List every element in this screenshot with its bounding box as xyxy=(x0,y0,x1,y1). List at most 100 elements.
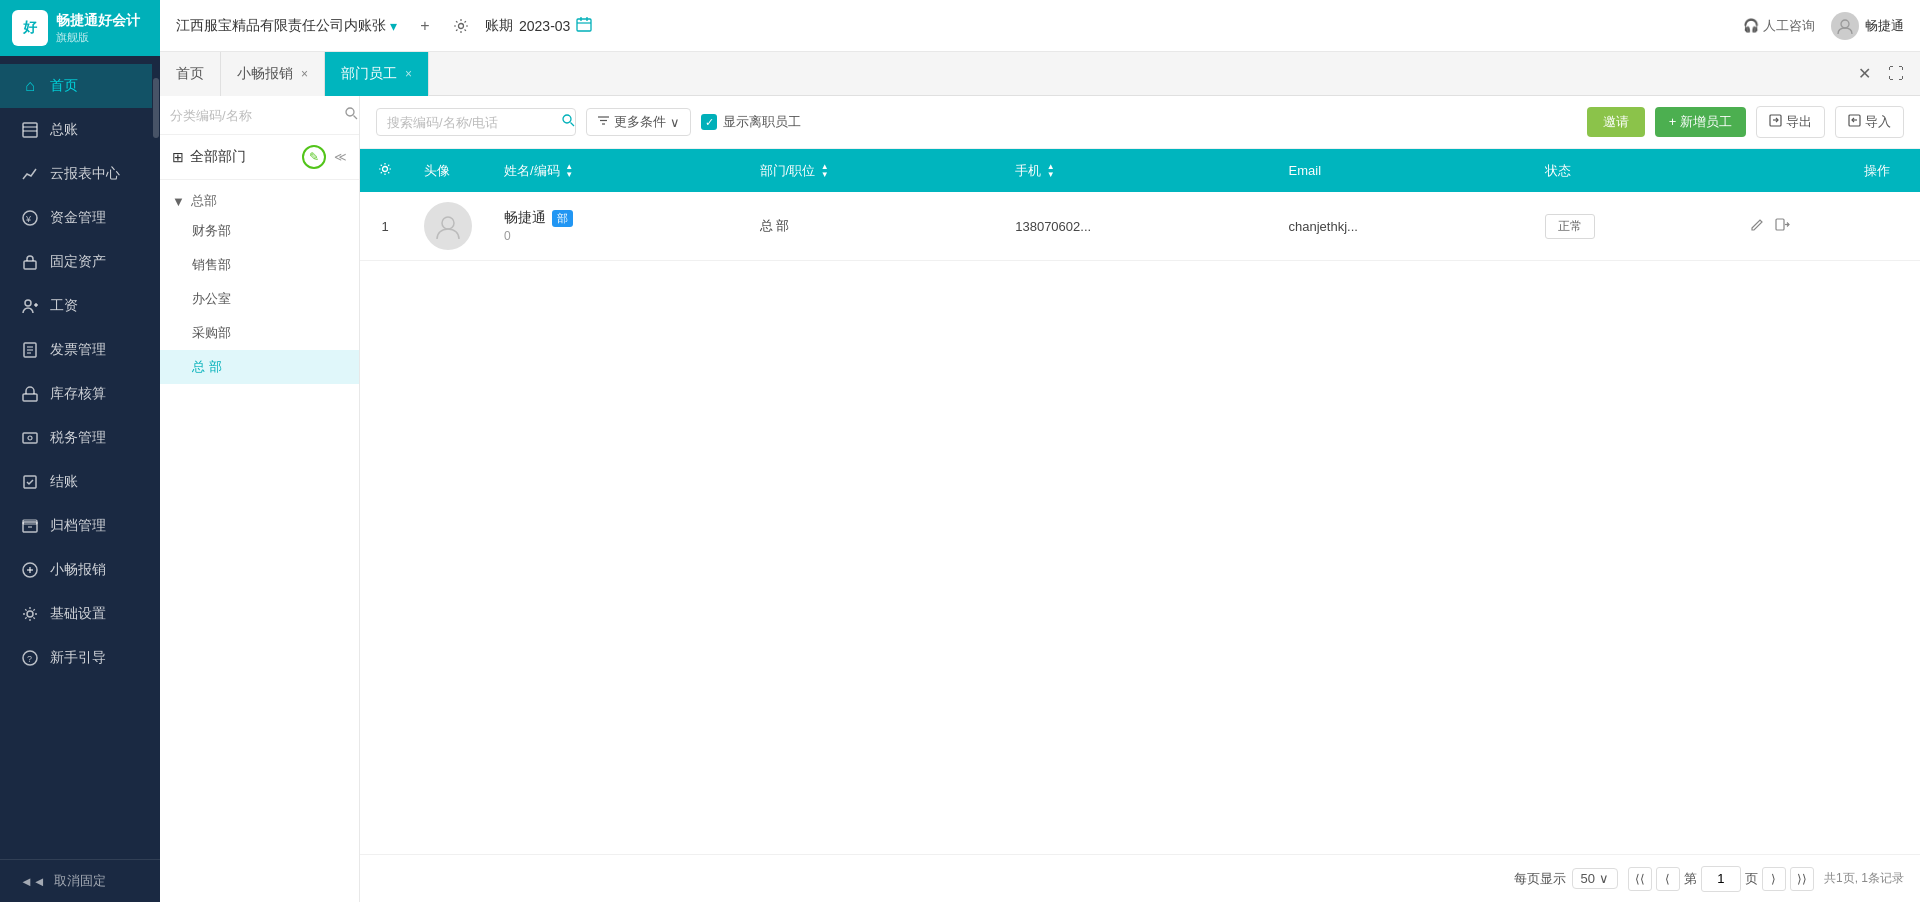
add-employee-button[interactable]: + 新增员工 xyxy=(1655,107,1746,137)
sidebar-scrollbar[interactable] xyxy=(152,56,160,859)
export-button[interactable]: 导出 xyxy=(1756,106,1825,138)
next-page-btn[interactable]: ⟩ xyxy=(1762,867,1786,891)
sidebar-item-archive[interactable]: 归档管理 xyxy=(0,504,152,548)
tax-icon xyxy=(20,428,40,448)
table-header-row: 头像 姓名/编码 ▲▼ 部门/职位 ▲▼ 手机 ▲▼ xyxy=(360,149,1920,192)
filter-chevron-icon: ∨ xyxy=(670,115,680,130)
employee-avatar xyxy=(424,202,472,250)
tab-expand-btn[interactable]: ⛶ xyxy=(1884,62,1908,86)
filter-button[interactable]: 更多条件 ∨ xyxy=(586,108,691,136)
sidebar-item-guide[interactable]: ? 新手引导 xyxy=(0,636,152,680)
page-navigation: ⟨⟨ ⟨ 第 页 ⟩ ⟩⟩ xyxy=(1628,866,1814,892)
dept-search-icon[interactable] xyxy=(344,106,358,124)
first-page-btn[interactable]: ⟨⟨ xyxy=(1628,867,1652,891)
sidebar-item-tax[interactable]: 税务管理 xyxy=(0,416,152,460)
tab-expense-close[interactable]: × xyxy=(301,67,308,81)
row-name-cell: 畅捷通 部 0 xyxy=(490,192,746,261)
page-prefix-label: 第 xyxy=(1684,870,1697,888)
sidebar-item-home[interactable]: ⌂ 首页 xyxy=(0,64,152,108)
tab-home[interactable]: 首页 xyxy=(160,52,221,96)
sidebar-item-ledger[interactable]: 总账 xyxy=(0,108,152,152)
period-selector[interactable]: 账期 2023-03 xyxy=(485,16,592,35)
prev-page-btn[interactable]: ⟨ xyxy=(1656,867,1680,891)
show-resigned-checkbox[interactable]: ✓ xyxy=(701,114,717,130)
page-number-input[interactable] xyxy=(1701,866,1741,892)
page-size-selector: 每页显示 50 ∨ xyxy=(1514,868,1618,889)
sidebar-item-settings[interactable]: 基础设置 xyxy=(0,592,152,636)
th-phone[interactable]: 手机 ▲▼ xyxy=(1001,149,1274,192)
company-selector[interactable]: 江西服宝精品有限责任公司内账张 ▾ xyxy=(176,17,397,35)
dept-item-sales[interactable]: 销售部 xyxy=(160,248,359,282)
th-name[interactable]: 姓名/编码 ▲▼ xyxy=(490,149,746,192)
nav-label-ledger: 总账 xyxy=(50,121,78,139)
dept-collapse-btn[interactable]: ≪ xyxy=(334,150,347,164)
all-dept-label[interactable]: ⊞ 全部部门 xyxy=(172,148,294,166)
last-page-btn[interactable]: ⟩⟩ xyxy=(1790,867,1814,891)
sidebar-item-funds[interactable]: ¥ 资金管理 xyxy=(0,196,152,240)
toolbar-right: 邀请 + 新增员工 导出 导入 xyxy=(1587,106,1904,138)
dept-item-headquarters[interactable]: 总 部 xyxy=(160,350,359,384)
archive-icon xyxy=(20,516,40,536)
show-resigned-toggle[interactable]: ✓ 显示离职员工 xyxy=(701,113,801,131)
employee-status: 正常 xyxy=(1545,214,1595,239)
employee-search-icon[interactable] xyxy=(561,113,575,131)
nav-label-assets: 固定资产 xyxy=(50,253,106,271)
th-settings[interactable] xyxy=(360,149,410,192)
row-phone-cell: 138070602... xyxy=(1001,192,1274,261)
settings-icon xyxy=(20,604,40,624)
filter-label: 更多条件 xyxy=(614,113,666,131)
sidebar: 好 畅捷通好会计 旗舰版 ⌂ 首页 总账 云报表中心 xyxy=(0,0,160,902)
th-dept-label: 部门/职位 xyxy=(760,163,816,178)
sidebar-item-invoice[interactable]: 发票管理 xyxy=(0,328,152,372)
dept-item-finance[interactable]: 财务部 xyxy=(160,214,359,248)
dept-group-parent[interactable]: ▼ 总部 xyxy=(160,184,359,214)
row-status-cell: 正常 xyxy=(1531,192,1736,261)
th-avatar: 头像 xyxy=(410,149,490,192)
sidebar-item-reports[interactable]: 云报表中心 xyxy=(0,152,152,196)
tab-close-btn[interactable]: ✕ xyxy=(1852,62,1876,86)
topbar: 江西服宝精品有限责任公司内账张 ▾ + 账期 2023-03 🎧 人工咨询 xyxy=(160,0,1920,52)
dept-item-office[interactable]: 办公室 xyxy=(160,282,359,316)
th-status: 状态 xyxy=(1531,149,1736,192)
dept-edit-button[interactable]: ✎ xyxy=(302,145,326,169)
nav-label-home: 首页 xyxy=(50,77,78,95)
dept-search-bar xyxy=(160,96,359,135)
per-page-select[interactable]: 50 ∨ xyxy=(1572,868,1618,889)
pagination-bar: 每页显示 50 ∨ ⟨⟨ ⟨ 第 页 ⟩ ⟩⟩ xyxy=(360,854,1920,902)
svg-point-31 xyxy=(1841,20,1849,28)
edit-employee-icon[interactable] xyxy=(1750,217,1765,235)
logout-employee-icon[interactable] xyxy=(1775,217,1790,235)
sidebar-footer-unpin[interactable]: ◄◄ 取消固定 xyxy=(0,859,160,902)
th-phone-label: 手机 xyxy=(1015,163,1041,178)
table-row: 1 畅捷通 部 xyxy=(360,192,1920,261)
tab-department-close[interactable]: × xyxy=(405,67,412,81)
import-button[interactable]: 导入 xyxy=(1835,106,1904,138)
show-resigned-label: 显示离职员工 xyxy=(723,113,801,131)
tab-expense[interactable]: 小畅报销 × xyxy=(221,52,325,96)
sidebar-item-inventory[interactable]: 库存核算 xyxy=(0,372,152,416)
th-dept[interactable]: 部门/职位 ▲▼ xyxy=(746,149,1002,192)
dept-search-input[interactable] xyxy=(170,108,338,123)
support-button[interactable]: 🎧 人工咨询 xyxy=(1743,17,1815,35)
invite-button[interactable]: 邀请 xyxy=(1587,107,1645,137)
sidebar-item-payroll[interactable]: 工资 xyxy=(0,284,152,328)
tab-department[interactable]: 部门员工 × xyxy=(325,52,429,96)
sidebar-item-close[interactable]: 结账 xyxy=(0,460,152,504)
user-menu[interactable]: 畅捷通 xyxy=(1831,12,1904,40)
employee-table: 头像 姓名/编码 ▲▼ 部门/职位 ▲▼ 手机 ▲▼ xyxy=(360,149,1920,261)
export-icon xyxy=(1769,114,1782,130)
add-account-icon[interactable]: + xyxy=(413,14,437,38)
sidebar-logo[interactable]: 好 畅捷通好会计 旗舰版 xyxy=(0,0,160,56)
gear-settings-icon[interactable] xyxy=(449,14,473,38)
sidebar-item-expense[interactable]: 小畅报销 xyxy=(0,548,152,592)
dept-panel: ⊞ 全部部门 ✎ ≪ ▼ 总部 财务部 销售部 办公室 采购部 总 部 xyxy=(160,96,360,902)
employee-tbody: 1 畅捷通 部 xyxy=(360,192,1920,261)
dept-item-purchase[interactable]: 采购部 xyxy=(160,316,359,350)
employee-search-input[interactable] xyxy=(387,115,555,130)
invoice-icon xyxy=(20,340,40,360)
employee-name-row: 畅捷通 部 xyxy=(504,209,732,227)
per-page-label: 每页显示 xyxy=(1514,870,1566,888)
svg-line-33 xyxy=(354,116,358,120)
svg-point-26 xyxy=(459,23,464,28)
sidebar-item-assets[interactable]: 固定资产 xyxy=(0,240,152,284)
